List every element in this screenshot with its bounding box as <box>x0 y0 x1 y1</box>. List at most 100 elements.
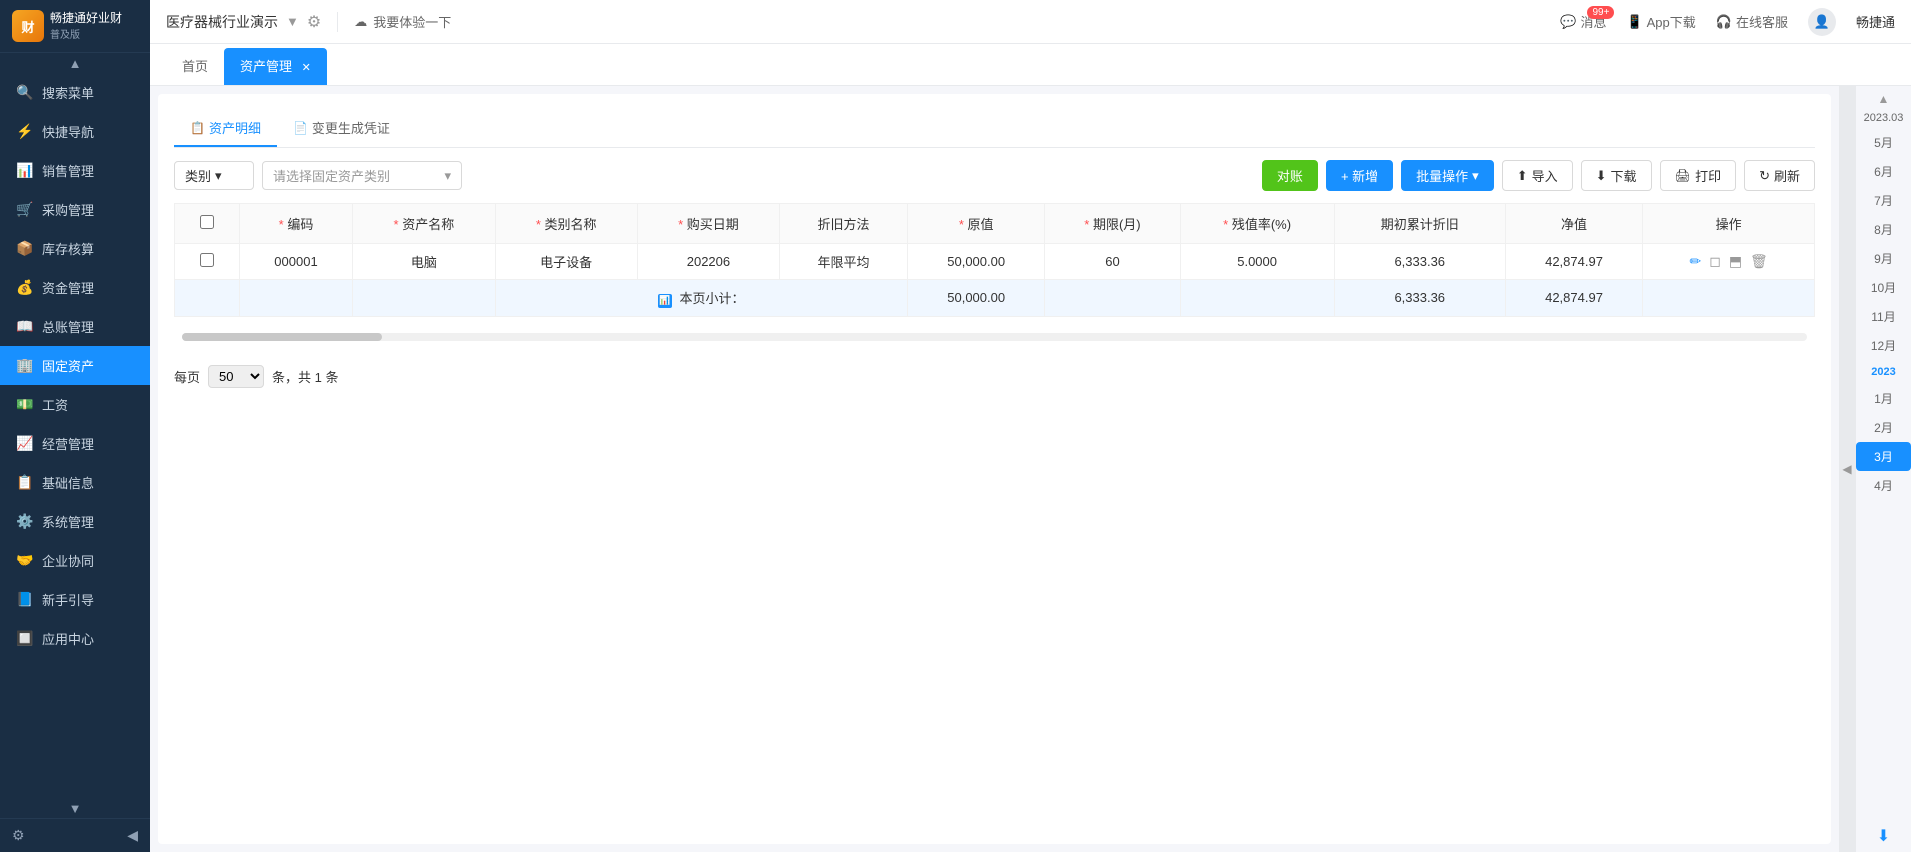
topbar-settings-icon[interactable]: ⚙ <box>307 12 321 32</box>
topbar: 医疗器械行业演示 ▼ ⚙ ☁ 我要体验一下 💬 消息 99+ 📱 App下载 🎧… <box>150 0 1911 44</box>
new-label: + 新增 <box>1341 166 1378 185</box>
sales-icon: 📊 <box>16 162 34 179</box>
sidebar-item-purchase[interactable]: 🛒 采购管理 <box>0 190 150 229</box>
asset-table: * 编码 * 资产名称 * 类别名称 * 购买日期 折旧方法 * 原值 * 期限… <box>174 203 1815 317</box>
page-size-select[interactable]: 50 10 20 100 <box>208 365 264 388</box>
date-month-10[interactable]: 10月 <box>1856 273 1911 302</box>
sidebar-item-system[interactable]: ⚙️ 系统管理 <box>0 502 150 541</box>
date-month-12[interactable]: 12月 <box>1856 331 1911 360</box>
subtotal-empty-residual <box>1180 280 1334 317</box>
copy-icon[interactable]: ◻ <box>1709 253 1721 270</box>
system-icon: ⚙️ <box>16 513 34 530</box>
row-purchase-date: 202206 <box>637 244 779 280</box>
date-month-1[interactable]: 1月 <box>1856 384 1911 413</box>
date-scroll-up[interactable]: ▲ <box>1856 90 1911 108</box>
tab-asset-mgmt[interactable]: 资产管理 ✕ <box>224 48 327 85</box>
category-filter-select[interactable]: 类别 ▾ <box>174 161 254 190</box>
sidebar-item-salary[interactable]: 💵 工资 <box>0 385 150 424</box>
date-month-11[interactable]: 11月 <box>1856 302 1911 331</box>
logo-text: 畅捷通好业财 普及版 <box>50 11 122 42</box>
quick-nav-icon: ⚡ <box>16 123 34 140</box>
row-checkbox-cell <box>175 244 240 280</box>
delete-icon[interactable]: 🗑 <box>1750 253 1768 270</box>
date-month-6[interactable]: 6月 <box>1856 157 1911 186</box>
date-year-2023: 2023 <box>1856 360 1911 384</box>
sidebar-label-inventory: 库存核算 <box>42 239 94 258</box>
share-icon[interactable]: ⬒ <box>1729 253 1742 270</box>
download-button[interactable]: ⬇ 下载 <box>1581 160 1652 191</box>
topbar-feedback[interactable]: ☁ 我要体验一下 <box>354 12 451 31</box>
date-sidebar: ▲ 2023.03 5月 6月 7月 8月 9月 10月 11月 12月 202… <box>1855 86 1911 852</box>
settings-icon[interactable]: ⚙ <box>12 827 25 844</box>
row-actions: ✏ ◻ ⬒ 🗑 <box>1643 244 1815 280</box>
date-month-7[interactable]: 7月 <box>1856 186 1911 215</box>
date-month-8[interactable]: 8月 <box>1856 215 1911 244</box>
date-sidebar-toggle[interactable]: ◀ <box>1839 86 1855 852</box>
sidebar-item-search[interactable]: 🔍 搜索菜单 <box>0 73 150 112</box>
reconcile-label: 对账 <box>1277 166 1303 185</box>
col-initial-depreciation: 期初累计折旧 <box>1334 204 1505 244</box>
sidebar-item-guide[interactable]: 📘 新手引导 <box>0 580 150 619</box>
sidebar-item-fixed-assets[interactable]: 🏢 固定资产 <box>0 346 150 385</box>
topbar-left: 医疗器械行业演示 ▼ ⚙ ☁ 我要体验一下 <box>166 12 451 32</box>
toolbar-left: 类别 ▾ 请选择固定资产类别 ▾ <box>174 161 462 190</box>
print-label: 打印 <box>1695 166 1721 185</box>
app-center-icon: 🔲 <box>16 630 34 647</box>
date-month-4[interactable]: 4月 <box>1856 471 1911 500</box>
purchase-icon: 🛒 <box>16 201 34 218</box>
date-month-3-active[interactable]: 3月 <box>1856 442 1911 471</box>
guide-icon: 📘 <box>16 591 34 608</box>
page-size-label: 每页 <box>174 367 200 386</box>
col-purchase-date: * 购买日期 <box>637 204 779 244</box>
sidebar-scroll-up[interactable]: ▲ <box>0 53 150 73</box>
action-buttons: ✏ ◻ ⬒ 🗑 <box>1655 253 1802 270</box>
sub-tab-asset-detail[interactable]: 📋 资产明细 <box>174 110 277 147</box>
customer-service-action[interactable]: 🎧 在线客服 <box>1716 12 1788 31</box>
sub-tabs: 📋 资产明细 📄 变更生成凭证 <box>174 110 1815 148</box>
horizontal-scrollbar[interactable] <box>174 329 1815 345</box>
sidebar-label-system: 系统管理 <box>42 512 94 531</box>
table-row: 000001 电脑 电子设备 202206 年限平均 50,000.00 60 … <box>175 244 1815 280</box>
category-filter-placeholder: 请选择固定资产类别 <box>273 166 390 185</box>
messages-action[interactable]: 💬 消息 99+ <box>1560 12 1606 31</box>
date-month-5[interactable]: 5月 <box>1856 128 1911 157</box>
sidebar-item-funds[interactable]: 💰 资金管理 <box>0 268 150 307</box>
date-month-2[interactable]: 2月 <box>1856 413 1911 442</box>
edit-icon[interactable]: ✏ <box>1689 253 1701 270</box>
sidebar-item-ledger[interactable]: 📖 总账管理 <box>0 307 150 346</box>
asset-detail-tab-icon: 📋 <box>190 121 205 135</box>
sidebar-item-app-center[interactable]: 🔲 应用中心 <box>0 619 150 658</box>
user-avatar[interactable]: 👤 <box>1808 8 1836 36</box>
avatar-icon: 👤 <box>1814 14 1830 30</box>
select-all-checkbox[interactable] <box>200 215 214 229</box>
sidebar-item-inventory[interactable]: 📦 库存核算 <box>0 229 150 268</box>
toolbar-right: 对账 + 新增 批量操作 ▾ ⬆ 导入 ⬇ 下载 <box>1262 160 1815 191</box>
tab-home[interactable]: 首页 <box>166 48 224 85</box>
new-button[interactable]: + 新增 <box>1326 160 1393 191</box>
sidebar-item-enterprise[interactable]: 🤝 企业协同 <box>0 541 150 580</box>
row-checkbox[interactable] <box>200 253 214 267</box>
sidebar-item-quick-nav[interactable]: ⚡ 快捷导航 <box>0 112 150 151</box>
print-button[interactable]: 🖨 打印 <box>1660 160 1737 191</box>
reconcile-button[interactable]: 对账 <box>1262 160 1318 191</box>
refresh-button[interactable]: ↻ 刷新 <box>1744 160 1815 191</box>
batch-button[interactable]: 批量操作 ▾ <box>1401 160 1494 191</box>
scrollbar-thumb[interactable] <box>182 333 382 341</box>
operations-icon: 📈 <box>16 435 34 452</box>
collapse-icon[interactable]: ◀ <box>127 827 138 844</box>
sidebar-scroll-down[interactable]: ▼ <box>0 798 150 818</box>
category-filter-input[interactable]: 请选择固定资产类别 ▾ <box>262 161 462 190</box>
date-scroll-down-icon: ⬇ <box>1877 828 1890 845</box>
sidebar-item-sales[interactable]: 📊 销售管理 <box>0 151 150 190</box>
sidebar-item-basic-info[interactable]: 📋 基础信息 <box>0 463 150 502</box>
date-scroll-down[interactable]: ⬇ <box>1856 824 1911 848</box>
subtotal-empty-2 <box>239 280 353 317</box>
company-dropdown-icon[interactable]: ▼ <box>286 14 299 29</box>
date-month-9[interactable]: 9月 <box>1856 244 1911 273</box>
app-download-action[interactable]: 📱 App下载 <box>1626 12 1695 31</box>
tab-asset-mgmt-close[interactable]: ✕ <box>302 62 311 74</box>
sidebar-item-operations[interactable]: 📈 经营管理 <box>0 424 150 463</box>
export-button[interactable]: ⬆ 导入 <box>1502 160 1573 191</box>
basic-info-icon: 📋 <box>16 474 34 491</box>
sub-tab-change-voucher[interactable]: 📄 变更生成凭证 <box>277 110 406 147</box>
